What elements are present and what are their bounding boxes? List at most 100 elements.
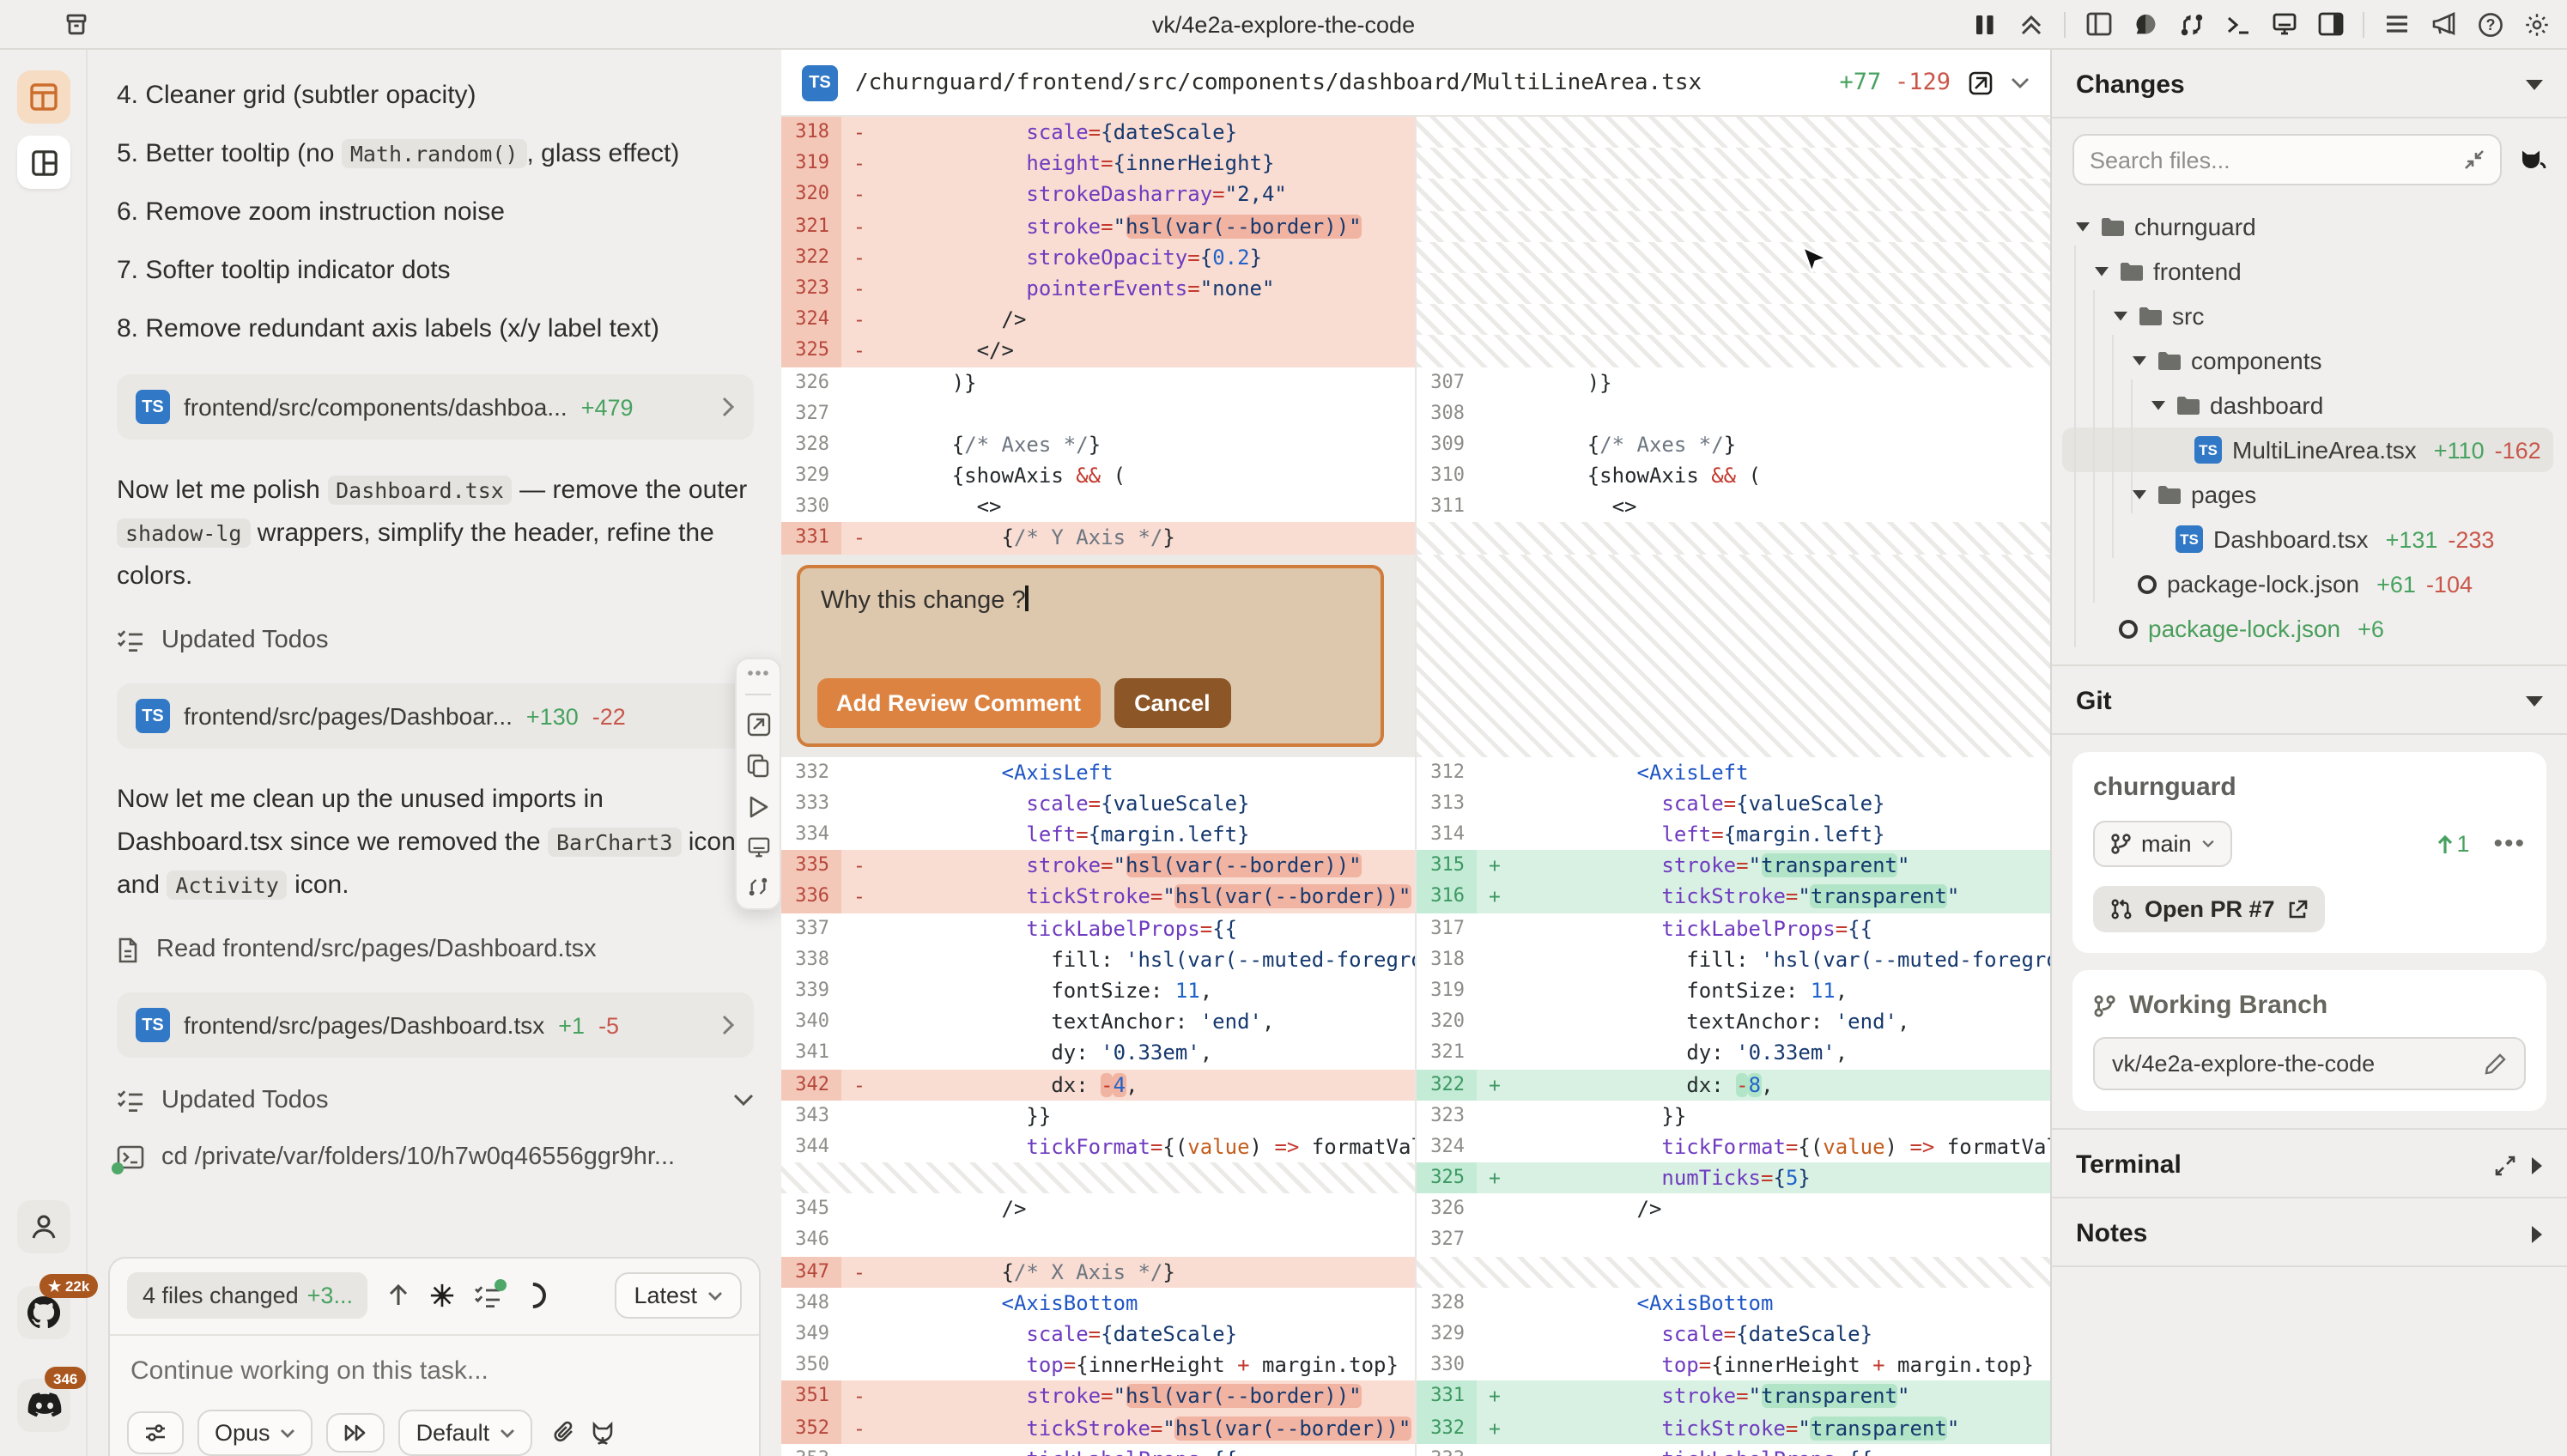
diff-line[interactable]: 322 - strokeOpacity={0.2}: [781, 242, 1417, 273]
diff-line[interactable]: 314 left={margin.left}: [1417, 819, 2050, 850]
fast-forward-button[interactable]: [327, 1413, 385, 1453]
cat-review-icon[interactable]: [2517, 147, 2546, 173]
file-change-chip[interactable]: TS frontend/src/pages/Dashboar... +130 -…: [117, 683, 754, 749]
diff-line[interactable]: 340 textAnchor: 'end',: [781, 1006, 1417, 1037]
collapse-tree-icon[interactable]: [2464, 149, 2485, 170]
diff-line[interactable]: 336 - tickStroke="hsl(var(--border))": [781, 882, 1417, 913]
diff-line[interactable]: 325 - </>: [781, 336, 1417, 367]
diff-line[interactable]: 320 - strokeDasharray="2,4": [781, 179, 1417, 210]
diff-line[interactable]: 324 - />: [781, 304, 1417, 335]
diff-line[interactable]: 330 top={innerHeight + margin.top}: [1417, 1350, 2050, 1380]
terminal-icon[interactable]: [2224, 10, 2251, 38]
tree-folder-pages[interactable]: pages: [2062, 472, 2553, 517]
diff-line[interactable]: 315 + stroke="transparent": [1417, 850, 2050, 881]
diff-line[interactable]: 322 + dx: -8,: [1417, 1069, 2050, 1100]
diff-line[interactable]: 317 tickLabelProps={{: [1417, 913, 2050, 943]
diff-line[interactable]: 343 }}: [781, 1100, 1417, 1131]
diff-line[interactable]: 313 scale={valueScale}: [1417, 788, 2050, 819]
open-diff-icon[interactable]: [746, 713, 770, 737]
tree-folder-frontend[interactable]: frontend: [2062, 249, 2553, 294]
tree-file-package-lock.json[interactable]: package-lock.json +61-104: [2062, 561, 2553, 606]
diff-line[interactable]: 332 <AxisLeft: [781, 756, 1417, 787]
diff-line[interactable]: 320 textAnchor: 'end',: [1417, 1006, 2050, 1037]
tool-action-row[interactable]: Updated Todos: [117, 1087, 754, 1114]
attach-icon[interactable]: [553, 1420, 575, 1446]
workspace-layout-button[interactable]: [17, 70, 70, 124]
pause-icon[interactable]: [1971, 10, 1999, 38]
diff-line[interactable]: 319 fontSize: 11,: [1417, 975, 2050, 1006]
diff-line[interactable]: 326 />: [1417, 1194, 2050, 1225]
panel-left-icon[interactable]: [2085, 10, 2112, 38]
tool-action-row[interactable]: Read frontend/src/pages/Dashboard.tsx: [117, 936, 754, 963]
file-change-chip[interactable]: TS frontend/src/pages/Dashboard.tsx +1 -…: [117, 992, 754, 1058]
board-layout-button[interactable]: [17, 136, 70, 189]
git-more-menu[interactable]: •••: [2493, 829, 2526, 858]
diff-line[interactable]: 309 {/* Axes */}: [1417, 429, 2050, 460]
tree-file-Dashboard.tsx[interactable]: TSDashboard.tsx +131-233: [2062, 517, 2553, 561]
diff-line[interactable]: 318 fill: 'hsl(var(--muted-foreground))'…: [1417, 944, 2050, 975]
diff-line[interactable]: 326 )}: [781, 367, 1417, 397]
tree-folder-components[interactable]: components: [2062, 338, 2553, 383]
diff-line[interactable]: 341 dy: '0.33em',: [781, 1038, 1417, 1069]
settings-sliders-button[interactable]: [127, 1411, 184, 1454]
diff-line[interactable]: 310 {showAxis && (: [1417, 460, 2050, 491]
diff-line[interactable]: 316 + tickStroke="transparent": [1417, 882, 2050, 913]
tree-file-MultiLineArea.tsx[interactable]: TSMultiLineArea.tsx +110-162: [2062, 428, 2553, 472]
diff-line[interactable]: 350 top={innerHeight + margin.top}: [781, 1350, 1417, 1380]
git-compare-icon[interactable]: [2177, 10, 2205, 38]
panel-right-icon[interactable]: [2316, 10, 2344, 38]
diff-line[interactable]: 329 {showAxis && (: [781, 460, 1417, 491]
diff-line[interactable]: 345 />: [781, 1194, 1417, 1225]
diff-line[interactable]: 327: [781, 397, 1417, 428]
diff-line[interactable]: 353 tickLabelProps={{: [781, 1444, 1417, 1456]
tool-action-row[interactable]: Updated Todos: [117, 627, 754, 654]
diff-line[interactable]: 335 - stroke="hsl(var(--border))": [781, 850, 1417, 881]
file-change-chip[interactable]: TS frontend/src/components/dashboa... +4…: [117, 374, 754, 440]
version-dropdown[interactable]: Latest: [615, 1272, 742, 1319]
diff-line[interactable]: 331 - {/* Y Axis */}: [781, 523, 1417, 554]
discord-button[interactable]: 346: [17, 1379, 70, 1432]
diff-line[interactable]: 324 tickFormat={(value) => formatValue(v…: [1417, 1131, 2050, 1162]
diff-line[interactable]: 328 {/* Axes */}: [781, 429, 1417, 460]
diff-line[interactable]: 325 + numTicks={5}: [1417, 1162, 2050, 1193]
model-dropdown[interactable]: Opus: [197, 1410, 313, 1456]
diff-line[interactable]: 337 tickLabelProps={{: [781, 913, 1417, 943]
diff-line[interactable]: 349 scale={dateScale}: [781, 1319, 1417, 1350]
collapse-diff-icon[interactable]: [2011, 76, 2030, 88]
account-button[interactable]: [17, 1200, 70, 1253]
diff-line[interactable]: 344 tickFormat={(value) => formatValue(v…: [781, 1131, 1417, 1162]
help-icon[interactable]: ?: [2476, 10, 2503, 38]
cat-icon[interactable]: [589, 1421, 616, 1445]
chat-bubble-icon[interactable]: [2131, 10, 2158, 38]
diff-line[interactable]: 323 - pointerEvents="none": [781, 273, 1417, 304]
diff-line[interactable]: 321 dy: '0.33em',: [1417, 1038, 2050, 1069]
more-options-icon[interactable]: [747, 670, 769, 676]
edit-branch-icon[interactable]: [2485, 1053, 2507, 1075]
megaphone-icon[interactable]: [2430, 10, 2457, 38]
diff-line[interactable]: 327: [1417, 1225, 2050, 1256]
diff-line[interactable]: 333 tickLabelProps={{: [1417, 1444, 2050, 1456]
diff-line[interactable]: 331 + stroke="transparent": [1417, 1381, 2050, 1412]
diff-line[interactable]: 334 left={margin.left}: [781, 819, 1417, 850]
search-files-input[interactable]: Search files...: [2072, 134, 2502, 185]
diff-line[interactable]: 319 - height={innerHeight}: [781, 148, 1417, 179]
diff-line[interactable]: 342 - dx: -4,: [781, 1069, 1417, 1100]
monitor-icon[interactable]: [2270, 10, 2297, 38]
play-icon[interactable]: [748, 795, 768, 819]
terminal-expand-caret[interactable]: [2531, 1156, 2543, 1174]
tree-folder-dashboard[interactable]: dashboard: [2062, 383, 2553, 428]
mode-dropdown[interactable]: Default: [399, 1410, 533, 1456]
git-compare-icon[interactable]: [747, 876, 769, 898]
diff-line[interactable]: 307 )}: [1417, 367, 2050, 397]
git-collapse-icon[interactable]: [2526, 695, 2543, 707]
add-review-comment-button[interactable]: Add Review Comment: [817, 677, 1100, 727]
tree-file-package-lock.json[interactable]: package-lock.json +6: [2062, 606, 2553, 651]
menu-icon[interactable]: [2383, 10, 2411, 38]
cancel-button[interactable]: Cancel: [1114, 677, 1231, 727]
diff-line[interactable]: 352 - tickStroke="hsl(var(--border))": [781, 1412, 1417, 1443]
changes-collapse-icon[interactable]: [2526, 79, 2543, 91]
diff-line[interactable]: 329 scale={dateScale}: [1417, 1319, 2050, 1350]
diff-line[interactable]: 323 }}: [1417, 1100, 2050, 1131]
tool-action-row[interactable]: cd /private/var/folders/10/h7w0q46556ggr…: [117, 1144, 754, 1171]
files-changed-chip[interactable]: 4 files changed +3...: [127, 1272, 368, 1319]
